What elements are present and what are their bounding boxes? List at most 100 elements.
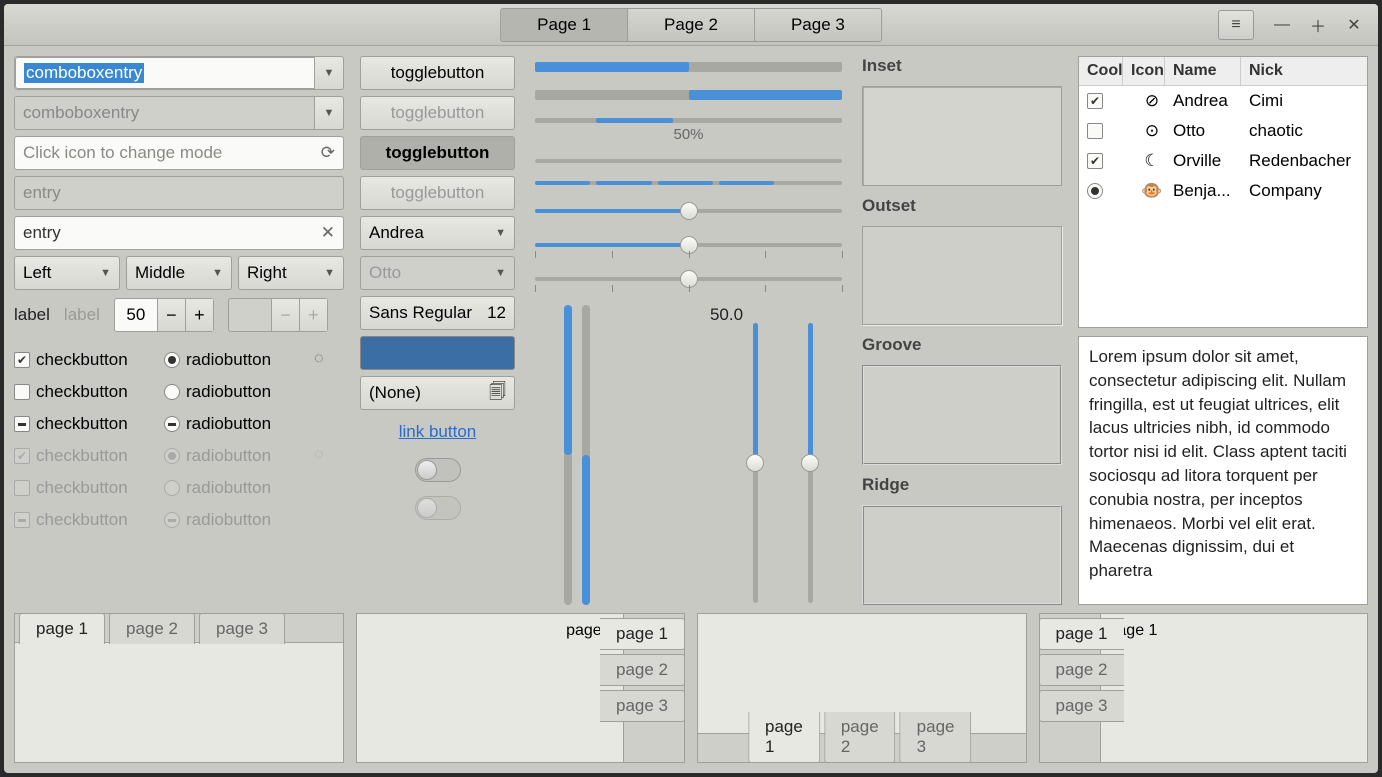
font-name: Sans Regular bbox=[369, 303, 472, 323]
checkbutton-checked[interactable]: ✔checkbutton bbox=[14, 350, 164, 370]
combo-andrea[interactable]: Andrea▼ bbox=[360, 216, 515, 250]
minimize-icon: — bbox=[1274, 16, 1290, 34]
levelbar-vertical-1 bbox=[564, 305, 572, 605]
progressbar-3 bbox=[535, 118, 842, 123]
notebook-tab-1[interactable]: page 1 bbox=[600, 618, 685, 650]
table-row[interactable]: ⊙ Otto chaotic bbox=[1079, 116, 1367, 146]
radiobutton-selected-disabled: radiobutton bbox=[164, 446, 314, 466]
spinbutton-disabled-decrement: − bbox=[271, 299, 299, 331]
notebook-tab-3[interactable]: page 3 bbox=[199, 613, 285, 644]
link-button[interactable]: link button bbox=[360, 422, 515, 442]
warning-icon: ⊙ bbox=[1131, 121, 1173, 141]
maximize-button[interactable]: ＋ bbox=[1300, 10, 1336, 40]
chevron-down-icon: ▼ bbox=[315, 107, 343, 119]
radio-label: radiobutton bbox=[186, 350, 271, 370]
switch-knob bbox=[417, 460, 437, 480]
notebook-tabbar: page 1 page 2 page 3 bbox=[600, 618, 685, 726]
table-row[interactable]: ✔ ☾ Orville Redenbacher bbox=[1079, 146, 1367, 176]
spinbutton-disabled: − + bbox=[228, 298, 328, 332]
combo-left[interactable]: Left▼ bbox=[14, 256, 120, 290]
tab-page-1[interactable]: Page 1 bbox=[501, 9, 628, 41]
mode-entry-input[interactable] bbox=[23, 143, 321, 163]
header-name[interactable]: Name bbox=[1165, 57, 1241, 85]
togglebutton-3-active[interactable]: togglebutton bbox=[360, 136, 515, 170]
check-label: checkbutton bbox=[36, 446, 128, 466]
row-checkbox-icon[interactable]: ✔ bbox=[1087, 153, 1103, 169]
notebook-tab-1[interactable]: page 1 bbox=[1039, 618, 1124, 650]
clear-icon[interactable]: ✕ bbox=[321, 223, 335, 243]
progressbar-1 bbox=[535, 62, 842, 72]
spinbutton-value[interactable]: 50 bbox=[115, 299, 157, 331]
combo-middle[interactable]: Middle▼ bbox=[126, 256, 232, 290]
notebook-tab-3[interactable]: page 3 bbox=[1039, 690, 1124, 722]
notebook-content: page 1 bbox=[357, 614, 625, 762]
tab-page-2[interactable]: Page 2 bbox=[628, 9, 755, 41]
notebook-tabbar: page 1 page 2 page 3 bbox=[19, 613, 289, 644]
minimize-button[interactable]: — bbox=[1264, 10, 1300, 40]
togglebutton-2-disabled: togglebutton bbox=[360, 96, 515, 130]
comboboxentry-1[interactable]: comboboxentry ▼ bbox=[14, 56, 344, 90]
monkey-icon: 🐵 bbox=[1131, 181, 1173, 201]
notebook-tabbar: page 1 page 2 page 3 bbox=[1039, 618, 1124, 726]
notebook-right-tabs: page 1 page 1 page 2 page 3 bbox=[356, 613, 686, 763]
radiobutton-selected[interactable]: radiobutton bbox=[164, 350, 314, 370]
radiobutton-unselected[interactable]: radiobutton bbox=[164, 382, 314, 402]
switch-off-disabled bbox=[415, 496, 461, 520]
row-checkbox-icon[interactable] bbox=[1087, 123, 1103, 139]
comboboxentry-2-text: comboboxentry bbox=[23, 103, 139, 123]
radio-indeterminate-icon bbox=[164, 512, 180, 528]
notebook-tab-2[interactable]: page 2 bbox=[824, 712, 896, 763]
cell-name: Benja... bbox=[1173, 181, 1249, 201]
table-row[interactable]: ✔ ⊘ Andrea Cimi bbox=[1079, 86, 1367, 116]
notebook-tab-2[interactable]: page 2 bbox=[600, 654, 685, 686]
hamburger-menu-button[interactable]: ≡ bbox=[1218, 10, 1254, 40]
scale-horizontal-1[interactable] bbox=[535, 209, 842, 213]
close-button[interactable]: ✕ bbox=[1336, 10, 1372, 40]
checkbutton-unchecked[interactable]: checkbutton bbox=[14, 382, 164, 402]
cell-nick: chaotic bbox=[1249, 121, 1359, 141]
tab-page-3[interactable]: Page 3 bbox=[755, 9, 881, 41]
togglebutton-1[interactable]: togglebutton bbox=[360, 56, 515, 90]
scale-vertical-2[interactable] bbox=[808, 323, 813, 603]
row-radio-icon[interactable] bbox=[1087, 183, 1103, 199]
notebook-tab-3[interactable]: page 3 bbox=[600, 690, 685, 722]
switch-off[interactable] bbox=[415, 458, 461, 482]
spinbutton[interactable]: 50 − + bbox=[114, 298, 214, 332]
entry-clearable-input[interactable] bbox=[23, 223, 321, 243]
entry-clearable[interactable]: ✕ bbox=[14, 216, 344, 250]
comboboxentry-1-text[interactable]: comboboxentry bbox=[24, 63, 144, 83]
table-row[interactable]: 🐵 Benja... Company bbox=[1079, 176, 1367, 206]
textview[interactable]: Lorem ipsum dolor sit amet, consectetur … bbox=[1078, 336, 1368, 605]
file-chooser-button[interactable]: (None) 🗐 bbox=[360, 376, 515, 410]
spinbutton-decrement[interactable]: − bbox=[157, 299, 185, 331]
font-button[interactable]: Sans Regular 12 bbox=[360, 296, 515, 330]
header-nick[interactable]: Nick bbox=[1241, 57, 1367, 85]
scale-vertical-1[interactable] bbox=[753, 323, 758, 603]
spinbutton-increment[interactable]: + bbox=[185, 299, 213, 331]
check-label: checkbutton bbox=[36, 414, 128, 434]
notebook-tab-3[interactable]: page 3 bbox=[900, 712, 972, 763]
radiobutton-inconsistent[interactable]: radiobutton bbox=[164, 414, 314, 434]
row-checkbox-icon[interactable]: ✔ bbox=[1087, 93, 1103, 109]
notebook-tab-1[interactable]: page 1 bbox=[19, 613, 105, 644]
column-frames: Inset Outset Groove Ridge bbox=[862, 56, 1062, 605]
app-window: Page 1 Page 2 Page 3 ≡ — ＋ ✕ comboboxent… bbox=[4, 4, 1378, 773]
checkbutton-inconsistent[interactable]: checkbutton bbox=[14, 414, 164, 434]
scale-horizontal-3-disabled bbox=[535, 277, 842, 281]
progressbar-2 bbox=[535, 90, 842, 100]
header-icon[interactable]: Icon bbox=[1123, 57, 1165, 85]
chevron-down-icon[interactable]: ▼ bbox=[315, 67, 343, 79]
check-radio-grid: ✔checkbutton radiobutton ◌ checkbutton r… bbox=[14, 350, 344, 530]
notebook-tab-2[interactable]: page 2 bbox=[1039, 654, 1124, 686]
notebook-tab-2[interactable]: page 2 bbox=[109, 613, 195, 644]
mode-entry[interactable]: ⟳ bbox=[14, 136, 344, 170]
treeview[interactable]: Cool Icon Name Nick ✔ ⊘ Andrea Cimi ⊙ bbox=[1078, 56, 1368, 328]
color-button[interactable] bbox=[360, 336, 515, 370]
checkbox-icon bbox=[14, 480, 30, 496]
notebook-tab-1[interactable]: page 1 bbox=[748, 712, 820, 763]
combo-right[interactable]: Right▼ bbox=[238, 256, 344, 290]
scale-horizontal-2-marks[interactable] bbox=[535, 243, 842, 247]
refresh-icon[interactable]: ⟳ bbox=[321, 143, 335, 163]
header-cool[interactable]: Cool bbox=[1079, 57, 1123, 85]
cell-nick: Cimi bbox=[1249, 91, 1359, 111]
